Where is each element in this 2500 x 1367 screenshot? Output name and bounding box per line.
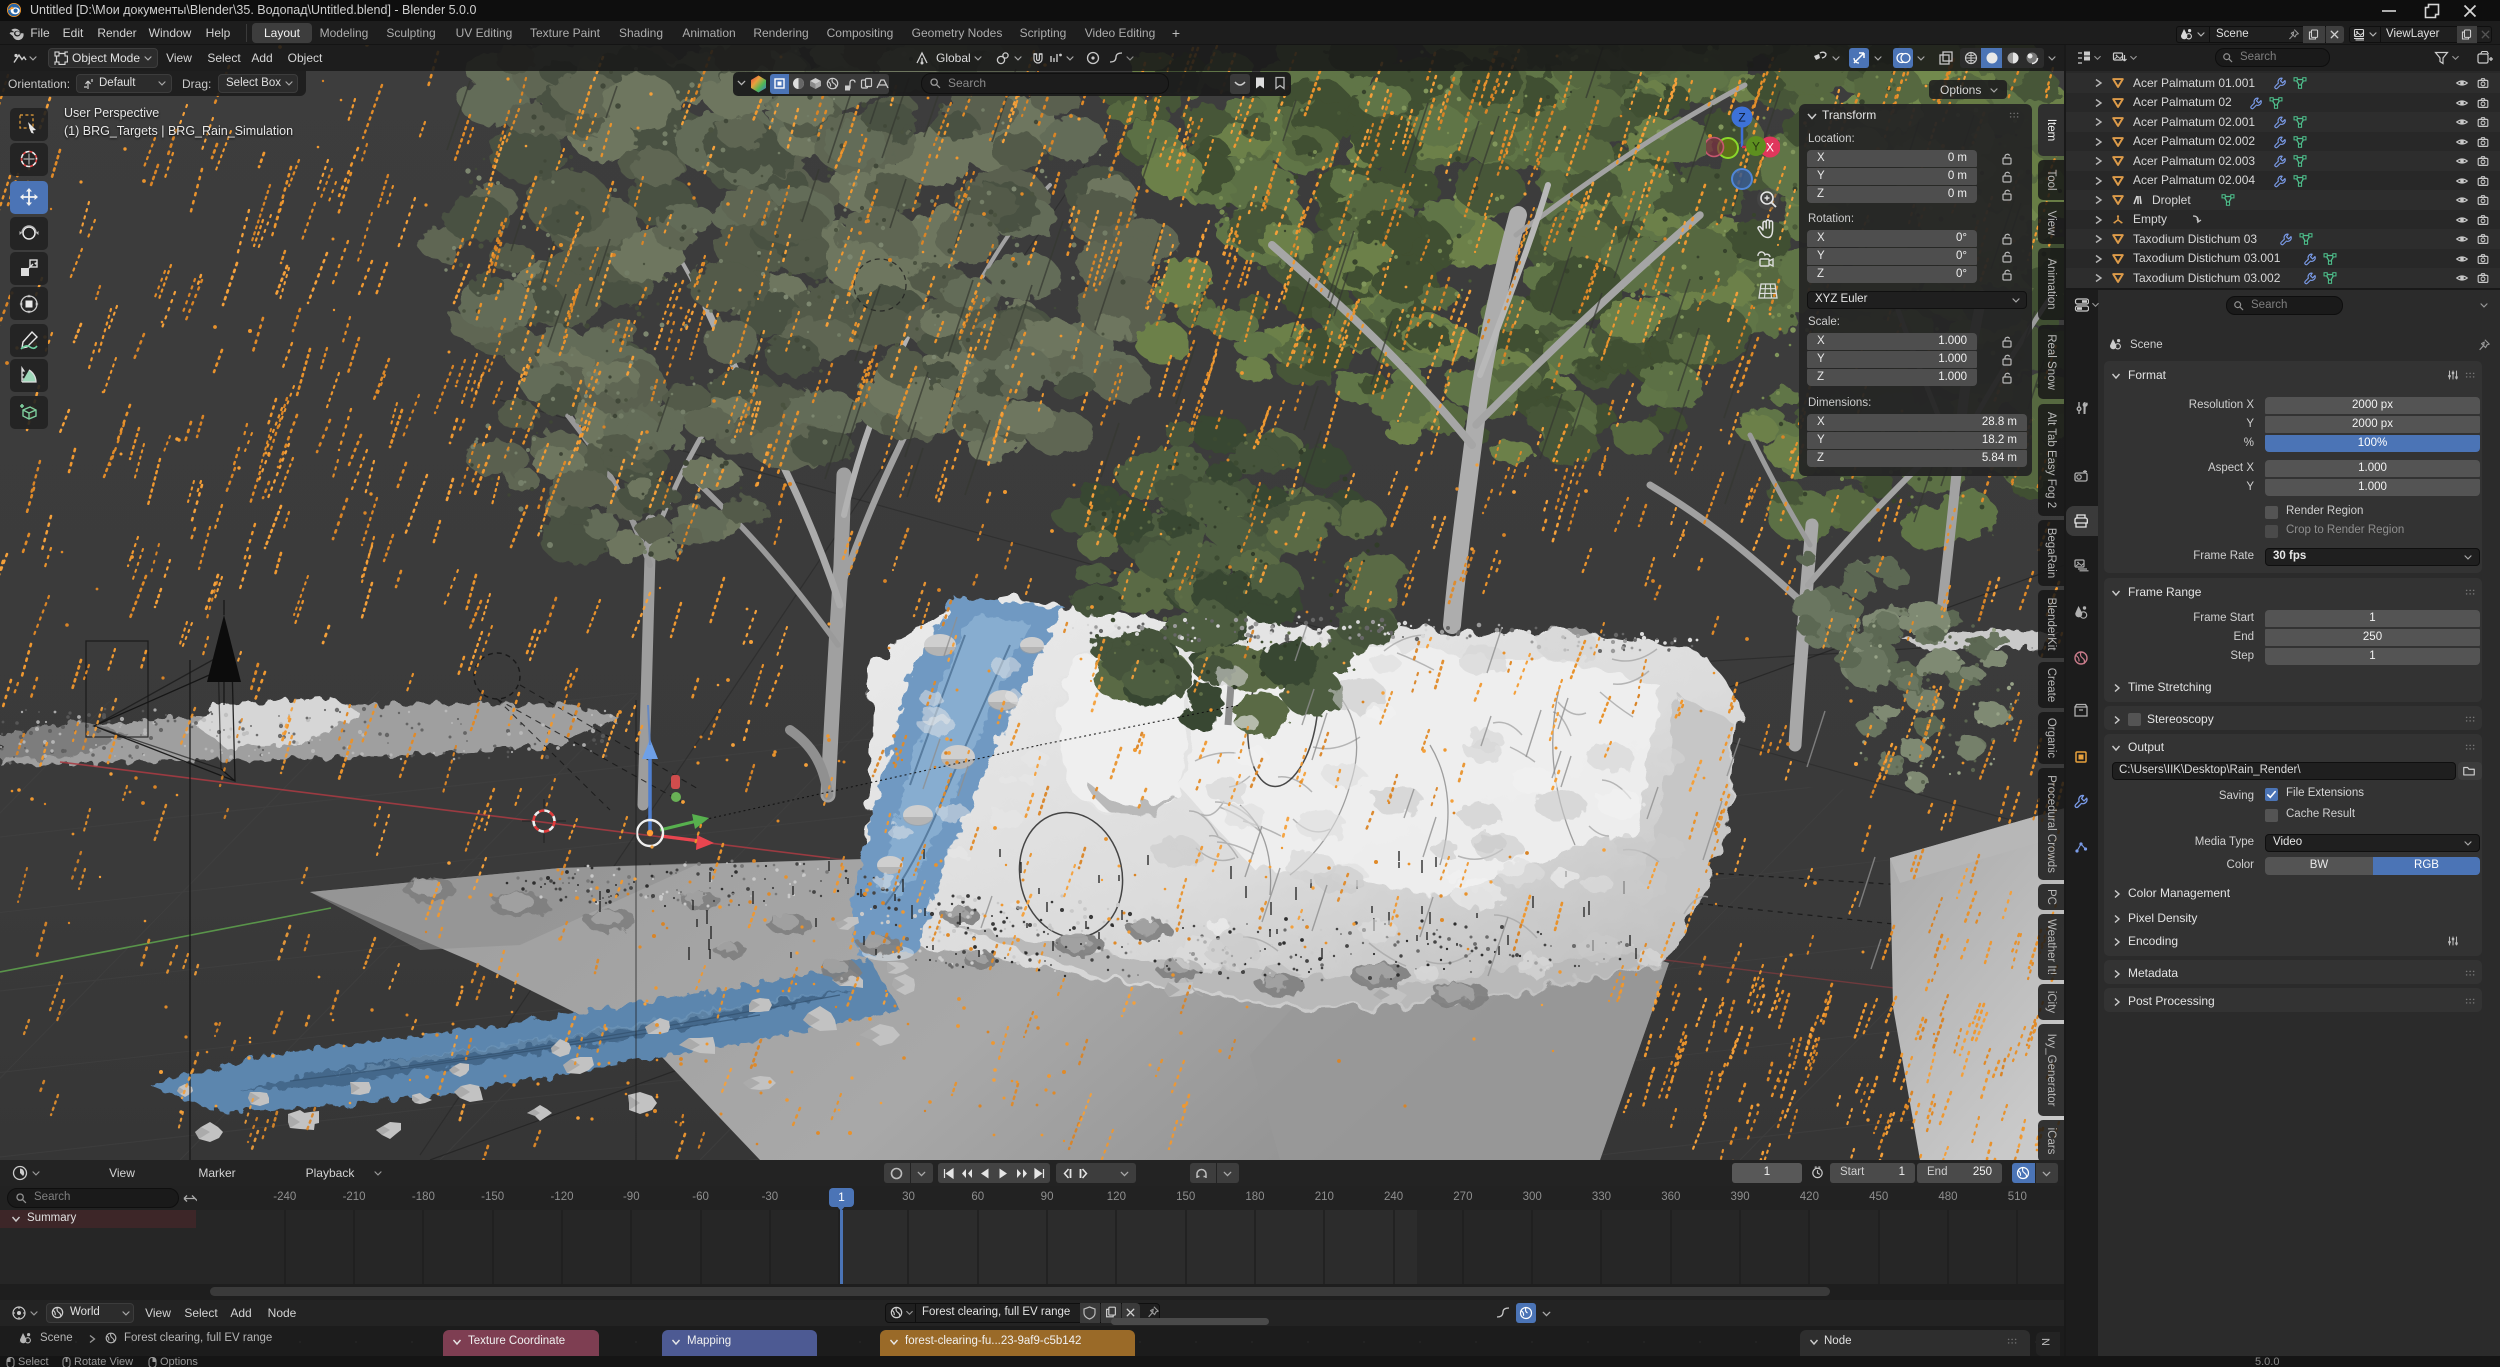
svg-text:Y: Y — [1752, 140, 1760, 154]
svg-text:Z: Z — [1738, 111, 1745, 125]
svg-text:X: X — [1766, 141, 1774, 155]
